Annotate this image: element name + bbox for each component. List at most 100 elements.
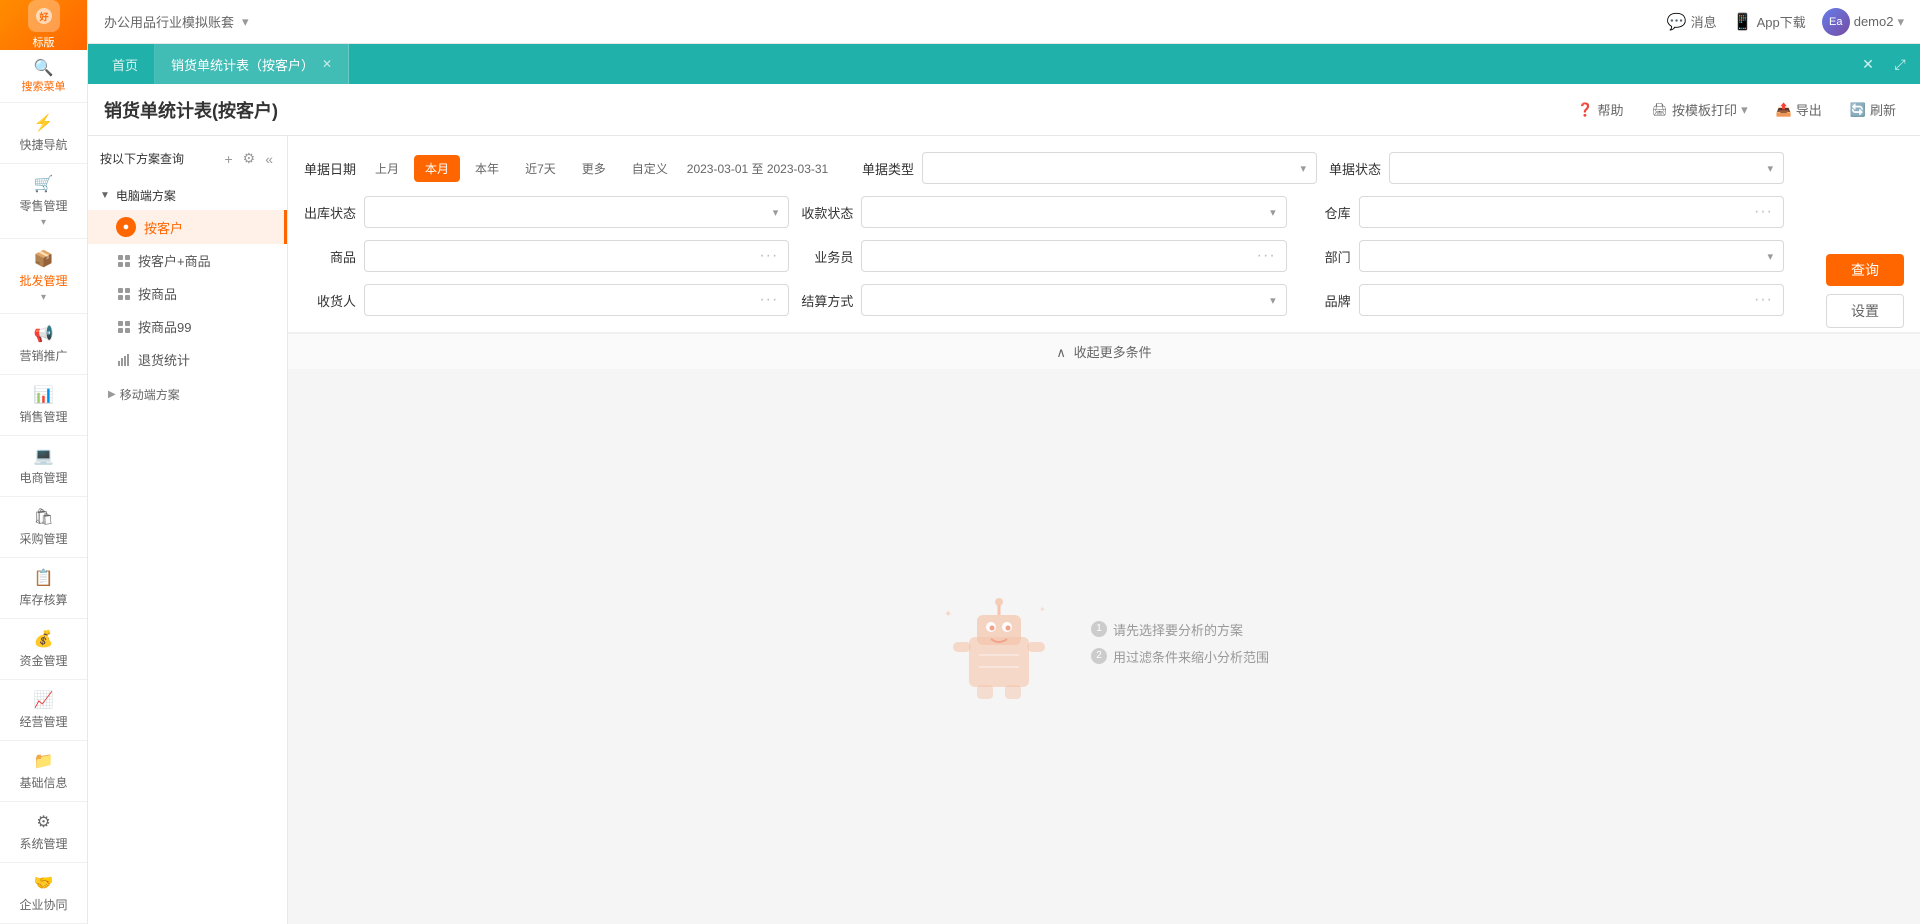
message-label: 消息: [1691, 12, 1717, 31]
tip-text-2: 用过滤条件来缩小分析范围: [1113, 647, 1269, 666]
sidebar-item-sales[interactable]: 📊 销售管理: [0, 375, 87, 436]
doc-status-control[interactable]: ▾: [1389, 152, 1784, 184]
empty-state-inner: ✦ ✦ 1 请先选择要分析的方案 2: [939, 587, 1269, 707]
receiver-label: 收货人: [304, 291, 356, 310]
tab-controls: ✕ ⤢: [1856, 52, 1912, 76]
date-tab-this-year[interactable]: 本年: [464, 155, 510, 182]
filter-row-4: 收货人 ··· 结算方式 ▾: [304, 284, 1904, 316]
tree-desktop-section: ▼ 电脑端方案 ● 按客户: [88, 177, 287, 380]
sidebar-item-purchase[interactable]: 🛍 采购管理: [0, 497, 87, 558]
lph-actions: + ⚙ «: [222, 148, 275, 169]
lph-settings-icon[interactable]: ⚙: [241, 148, 258, 169]
tree-item-return-stats[interactable]: 退货统计: [88, 343, 287, 376]
tab-close-btn[interactable]: ✕: [1856, 52, 1880, 76]
operations-icon: 📈: [34, 690, 54, 710]
date-tab-this-month[interactable]: 本月: [414, 155, 460, 182]
brand-label: 品牌: [1299, 291, 1351, 310]
tree-mobile-group[interactable]: ▶ 移动端方案: [88, 380, 287, 409]
sidebar-item-wholesale[interactable]: 📦 批发管理 ▾: [0, 239, 87, 314]
sidebar-item-marketing[interactable]: 📢 营销推广: [0, 314, 87, 375]
avatar: Ea: [1822, 8, 1850, 36]
lph-add-icon[interactable]: +: [222, 149, 234, 169]
filter-row-3: 商品 ··· 业务员 ···: [304, 240, 1904, 272]
settle-group: 结算方式 ▾: [801, 284, 1286, 316]
out-status-control[interactable]: ▾: [364, 196, 789, 228]
payment-status-control[interactable]: ▾: [861, 196, 1286, 228]
sidebar-item-finance[interactable]: 💰 资金管理: [0, 619, 87, 680]
dept-arrow: ▾: [1767, 250, 1773, 263]
doc-status-group: 单据状态 ▾: [1329, 152, 1904, 184]
app-download-btn[interactable]: 📱 App下载: [1733, 12, 1806, 32]
tree-desktop-group[interactable]: ▼ 电脑端方案: [88, 181, 287, 210]
filter-row-2: 出库状态 ▾ 收款状态 ▾: [304, 196, 1904, 228]
warehouse-dots: ···: [1754, 203, 1773, 221]
goods-label: 商品: [304, 247, 356, 266]
tab-close-icon[interactable]: ✕: [322, 57, 332, 71]
tip-num-1: 1: [1091, 621, 1107, 637]
export-btn[interactable]: 📤 导出: [1768, 96, 1830, 123]
page-title-row: 销货单统计表(按客户) ❓ 帮助 🖨 按模板打印 ▾ 📤 导出: [104, 96, 1904, 123]
help-btn[interactable]: ❓ 帮助: [1569, 96, 1631, 123]
tree-item-by-customer-goods[interactable]: 按客户+商品: [88, 244, 287, 277]
query-button[interactable]: 查询: [1826, 254, 1904, 286]
date-tab-last-7[interactable]: 近7天: [514, 155, 567, 182]
user-menu[interactable]: Ea demo2 ▾: [1822, 8, 1904, 36]
staff-group: 业务员 ···: [801, 240, 1286, 272]
tab-home-label: 首页: [112, 55, 138, 74]
sidebar-item-retail[interactable]: 🛒 零售管理 ▾: [0, 164, 87, 239]
receiver-control[interactable]: ···: [364, 284, 789, 316]
tree-item-by-customer[interactable]: ● 按客户: [88, 210, 287, 244]
sidebar-item-inventory[interactable]: 📋 库存核算: [0, 558, 87, 619]
tree-item-by-goods-99[interactable]: 按商品99: [88, 310, 287, 343]
empty-state: ✦ ✦ 1 请先选择要分析的方案 2: [288, 369, 1920, 924]
settle-control[interactable]: ▾: [861, 284, 1286, 316]
staff-control[interactable]: ···: [861, 240, 1286, 272]
main-split: 按以下方案查询 + ⚙ « ▼ 电脑端方案 ● 按客户: [88, 136, 1920, 924]
sidebar-item-label: 企业协同: [19, 896, 67, 913]
sidebar-item-base[interactable]: 📁 基础信息: [0, 741, 87, 802]
receiver-dots: ···: [759, 291, 778, 309]
collapse-icon: ∧: [1056, 345, 1066, 360]
app-logo[interactable]: 好 标版: [0, 0, 88, 50]
by-customer-dot: ●: [116, 217, 136, 237]
sidebar-item-search[interactable]: 🔍 搜索菜单: [0, 50, 87, 103]
date-tab-more[interactable]: 更多: [571, 155, 617, 182]
lph-collapse-icon[interactable]: «: [263, 149, 275, 169]
warehouse-control[interactable]: ···: [1359, 196, 1784, 228]
settle-arrow: ▾: [1270, 294, 1276, 307]
by-goods-label: 按商品: [138, 284, 177, 303]
doc-type-control[interactable]: ▾: [922, 152, 1317, 184]
sidebar-item-quick-nav[interactable]: ⚡ 快捷导航: [0, 103, 87, 164]
tree-item-by-goods[interactable]: 按商品: [88, 277, 287, 310]
message-btn[interactable]: 💬 消息: [1667, 12, 1717, 32]
settings-button[interactable]: 设置: [1826, 294, 1904, 328]
tab-home[interactable]: 首页: [96, 44, 155, 84]
date-tab-custom[interactable]: 自定义: [621, 155, 679, 182]
tab-maximize-btn[interactable]: ⤢: [1888, 52, 1912, 76]
user-dropdown-icon: ▾: [1897, 14, 1904, 30]
payment-status-label: 收款状态: [801, 203, 853, 222]
retail-icon: 🛒: [34, 174, 54, 194]
sidebar-item-operations[interactable]: 📈 经营管理: [0, 680, 87, 741]
tip-text-1: 请先选择要分析的方案: [1113, 620, 1243, 639]
doc-status-label: 单据状态: [1329, 159, 1381, 178]
collab-icon: 🤝: [34, 873, 54, 893]
sidebar-item-system[interactable]: ⚙ 系统管理: [0, 802, 87, 863]
print-btn[interactable]: 🖨 按模板打印 ▾: [1644, 96, 1756, 123]
app-download-label: App下载: [1757, 12, 1806, 31]
warehouse-label: 仓库: [1299, 203, 1351, 222]
goods-control[interactable]: ···: [364, 240, 789, 272]
date-range-text: 2023-03-01 至 2023-03-31: [687, 160, 828, 177]
header-dropdown-icon[interactable]: ▾: [242, 14, 249, 30]
tab-sales-stat[interactable]: 销货单统计表（按客户） ✕: [155, 44, 349, 84]
sidebar-item-collab[interactable]: 🤝 企业协同: [0, 863, 87, 924]
refresh-btn[interactable]: 🔄 刷新: [1842, 96, 1904, 123]
avatar-text: Ea: [1829, 16, 1842, 28]
export-label: 导出: [1796, 100, 1822, 119]
dept-control[interactable]: ▾: [1359, 240, 1784, 272]
left-panel-title: 按以下方案查询: [100, 150, 184, 167]
brand-control[interactable]: ···: [1359, 284, 1784, 316]
date-tab-last-month[interactable]: 上月: [364, 155, 410, 182]
collapse-row[interactable]: ∧ 收起更多条件: [288, 333, 1920, 369]
sidebar-item-ecommerce[interactable]: 💻 电商管理: [0, 436, 87, 497]
